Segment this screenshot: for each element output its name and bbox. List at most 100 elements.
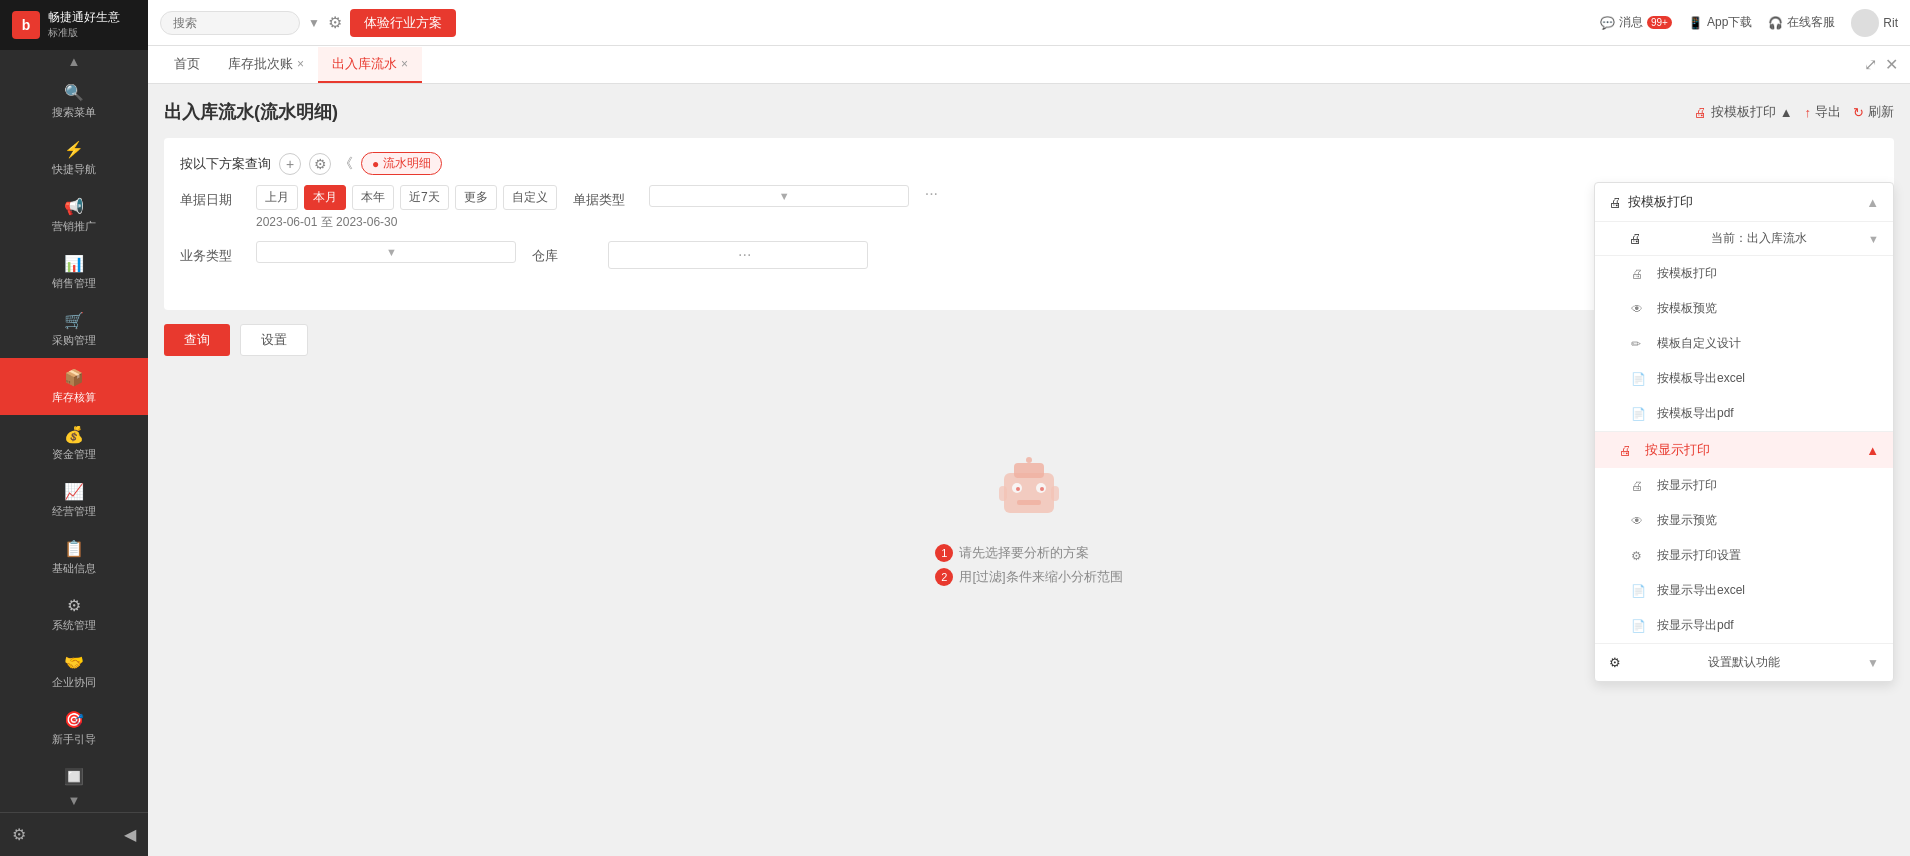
- sidebar-item-label: 销售管理: [52, 276, 96, 291]
- filter-doc-type-field[interactable]: ▼: [649, 185, 909, 207]
- sidebar-item-label: 系统管理: [52, 618, 96, 633]
- filter-add-btn[interactable]: +: [279, 153, 301, 175]
- online-service-btn[interactable]: 🎧 在线客服: [1768, 14, 1835, 31]
- date-btn-more[interactable]: 更多: [455, 185, 497, 210]
- search-btn[interactable]: 查询: [164, 324, 230, 356]
- step-1-text: 请先选择要分析的方案: [959, 544, 1089, 562]
- printer-dropdown-icon: 🖨: [1609, 195, 1622, 210]
- sidebar-scroll-up[interactable]: ▲: [0, 50, 148, 73]
- sidebar-item-operation[interactable]: 📈 经营管理: [0, 472, 148, 529]
- filter-tag-icon: ●: [372, 157, 379, 171]
- finance-icon: 💰: [64, 425, 84, 444]
- tab-flow[interactable]: 出入库流水 ×: [318, 47, 422, 83]
- filter-doc-type-arrow: ▼: [779, 190, 900, 202]
- dropdown-template-export-pdf[interactable]: 📄 按模板导出pdf: [1595, 396, 1893, 431]
- topbar-left: ▼ ⚙ 体验行业方案: [160, 9, 1600, 37]
- print-template-btn[interactable]: 🖨 按模板打印 ▲: [1694, 103, 1793, 121]
- sidebar-item-inventory[interactable]: 📦 库存核算: [0, 358, 148, 415]
- sidebar-item-label: 企业协同: [52, 675, 96, 690]
- dropdown-template-preview[interactable]: 👁 按模板预览: [1595, 291, 1893, 326]
- guide-icon: 🎯: [64, 710, 84, 729]
- tab-batch[interactable]: 库存批次账 ×: [214, 47, 318, 83]
- date-btn-current[interactable]: 本月: [304, 185, 346, 210]
- app-download-label: App下载: [1707, 14, 1752, 31]
- inventory-icon: 📦: [64, 368, 84, 387]
- sidebar-item-search[interactable]: 🔍 搜索菜单: [0, 73, 148, 130]
- sidebar-scroll-down[interactable]: ▼: [0, 789, 148, 812]
- sidebar-item-label: 搜索菜单: [52, 105, 96, 120]
- filter-settings-btn[interactable]: ⚙: [309, 153, 331, 175]
- template-print-section-icon: 🖨: [1629, 231, 1642, 246]
- dropdown-display-print-settings[interactable]: ⚙ 按显示打印设置: [1595, 538, 1893, 573]
- topbar-dropdown-arrow[interactable]: ▼: [308, 16, 320, 30]
- dropdown-display-print[interactable]: 🖨 按显示打印: [1595, 468, 1893, 503]
- app-title: 畅捷通好生意: [48, 10, 120, 26]
- dropdown-display-print-header[interactable]: 🖨 按显示打印 ▲: [1595, 432, 1893, 468]
- collapse-sidebar-icon[interactable]: ◀: [124, 825, 136, 844]
- export-btn[interactable]: ↑ 导出: [1805, 103, 1842, 121]
- export-label: 导出: [1815, 103, 1841, 121]
- filter-business-field[interactable]: ▼: [256, 241, 516, 263]
- dropdown-current-arrow-icon: ▼: [1868, 233, 1879, 245]
- date-btn-custom[interactable]: 自定义: [503, 185, 557, 210]
- display-section-up-arrow: ▲: [1866, 443, 1879, 458]
- tabs-right-controls: ⤢ ✕: [1864, 55, 1898, 74]
- tab-batch-label: 库存批次账: [228, 55, 293, 73]
- sidebar-item-marketing[interactable]: 📢 营销推广: [0, 187, 148, 244]
- sidebar-item-app-center[interactable]: 🔲 应用中心: [0, 757, 148, 789]
- dropdown-template-custom[interactable]: ✏ 模板自定义设计: [1595, 326, 1893, 361]
- tab-close-all-btn[interactable]: ✕: [1885, 55, 1898, 74]
- tab-home[interactable]: 首页: [160, 47, 214, 83]
- app-subtitle: 标准版: [48, 26, 120, 40]
- trial-btn[interactable]: 体验行业方案: [350, 9, 456, 37]
- sidebar-item-system[interactable]: ⚙ 系统管理: [0, 586, 148, 643]
- sidebar-item-finance[interactable]: 💰 资金管理: [0, 415, 148, 472]
- tab-flow-close[interactable]: ×: [401, 57, 408, 71]
- sidebar-item-basic[interactable]: 📋 基础信息: [0, 529, 148, 586]
- tab-maximize-btn[interactable]: ⤢: [1864, 55, 1877, 74]
- filter-label: 按以下方案查询: [180, 155, 271, 173]
- sidebar-item-guide[interactable]: 🎯 新手引导: [0, 700, 148, 757]
- dropdown-footer-label[interactable]: 设置默认功能: [1708, 654, 1780, 671]
- filter-warehouse-field[interactable]: ···: [608, 241, 868, 269]
- refresh-btn[interactable]: ↻ 刷新: [1853, 103, 1894, 121]
- filter-doc-type-label: 单据类型: [573, 185, 633, 209]
- page-content: 出入库流水(流水明细) 🖨 按模板打印 ▲ ↑ 导出 ↻ 刷新: [148, 84, 1910, 856]
- date-btn-year[interactable]: 本年: [352, 185, 394, 210]
- dropdown-display-preview[interactable]: 👁 按显示预览: [1595, 503, 1893, 538]
- topbar-settings-icon[interactable]: ⚙: [328, 13, 342, 32]
- marketing-icon: 📢: [64, 197, 84, 216]
- dropdown-current-text: 当前：出入库流水: [1711, 230, 1807, 247]
- sidebar-item-collab[interactable]: 🤝 企业协同: [0, 643, 148, 700]
- svg-rect-0: [1004, 473, 1054, 513]
- settings-footer-icon[interactable]: ⚙: [12, 825, 26, 844]
- page-actions: 🖨 按模板打印 ▲ ↑ 导出 ↻ 刷新: [1694, 103, 1894, 121]
- app-download-btn[interactable]: 📱 App下载: [1688, 14, 1752, 31]
- empty-steps-list: 1 请先选择要分析的方案 2 用[过滤]条件来缩小分析范围: [935, 544, 1122, 592]
- dropdown-template-export-excel[interactable]: 📄 按模板导出excel: [1595, 361, 1893, 396]
- user-menu[interactable]: Rit: [1851, 9, 1898, 37]
- sidebar-item-label: 经营管理: [52, 504, 96, 519]
- sidebar-item-shortcut[interactable]: ⚡ 快捷导航: [0, 130, 148, 187]
- dropdown-display-export-excel[interactable]: 📄 按显示导出excel: [1595, 573, 1893, 608]
- dropdown-template-print[interactable]: 🖨 按模板打印: [1595, 256, 1893, 291]
- date-btn-week[interactable]: 近7天: [400, 185, 449, 210]
- tab-batch-close[interactable]: ×: [297, 57, 304, 71]
- sidebar-item-purchase[interactable]: 🛒 采购管理: [0, 301, 148, 358]
- dropdown-header-right: ▲: [1866, 195, 1879, 210]
- filter-tag-water[interactable]: ● 流水明细: [361, 152, 442, 175]
- message-label: 消息: [1619, 14, 1643, 31]
- setting-btn[interactable]: 设置: [240, 324, 308, 356]
- date-btn-prev[interactable]: 上月: [256, 185, 298, 210]
- filter-doc-type-more[interactable]: ···: [925, 185, 938, 203]
- message-icon: 💬: [1600, 16, 1615, 30]
- filter-warehouse-more[interactable]: ···: [738, 246, 859, 264]
- sidebar-item-sales[interactable]: 📊 销售管理: [0, 244, 148, 301]
- filter-collapse-icon[interactable]: 《: [339, 155, 353, 173]
- empty-robot-icon: [989, 448, 1069, 528]
- svg-rect-9: [1051, 486, 1059, 501]
- message-btn[interactable]: 💬 消息 99+: [1600, 14, 1672, 31]
- dropdown-display-export-pdf[interactable]: 📄 按显示导出pdf: [1595, 608, 1893, 643]
- svg-rect-8: [999, 486, 1007, 501]
- topbar-search-input[interactable]: [160, 11, 300, 35]
